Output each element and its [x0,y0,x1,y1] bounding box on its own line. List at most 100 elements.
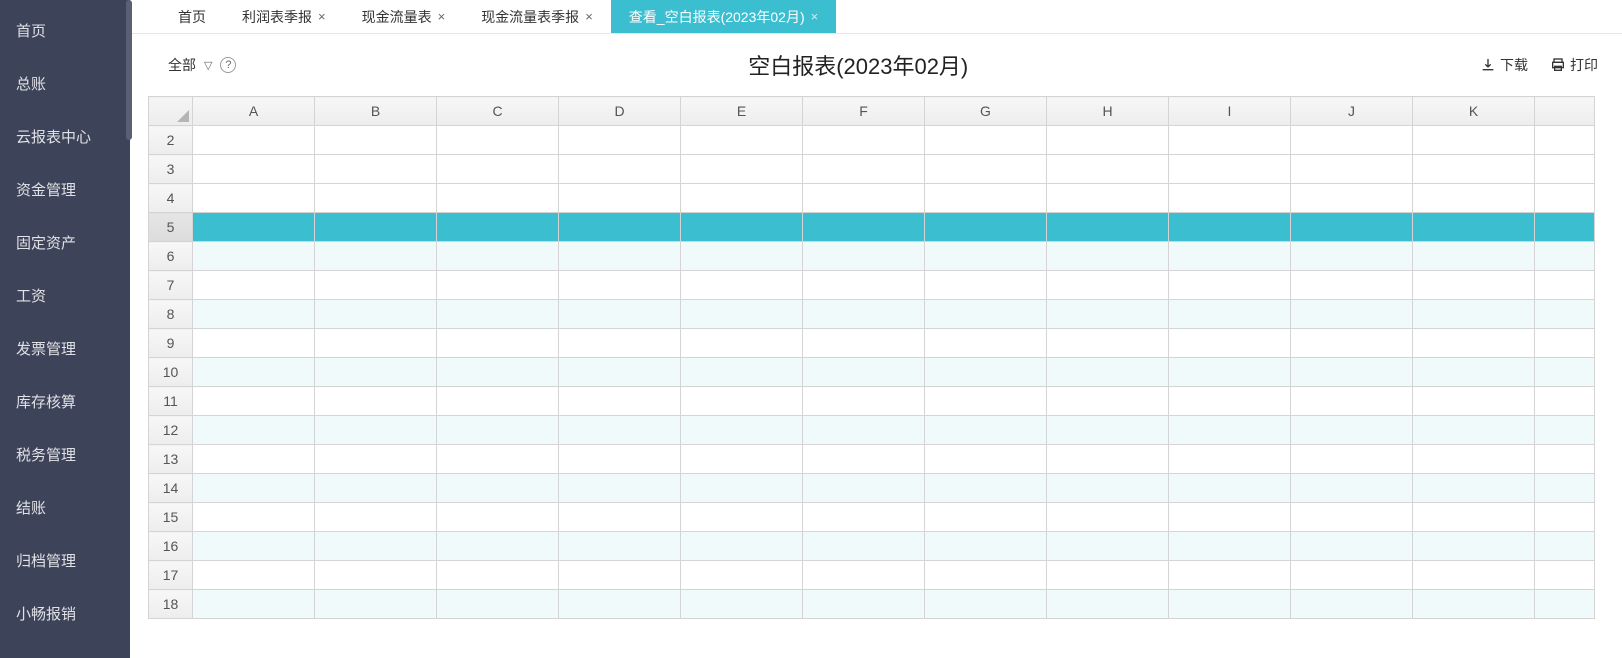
row-header-14[interactable]: 14 [149,474,193,503]
cell[interactable] [803,242,925,271]
cell[interactable] [925,532,1047,561]
cell[interactable] [925,387,1047,416]
row-header-11[interactable]: 11 [149,387,193,416]
cell[interactable] [559,213,681,242]
tab-4[interactable]: 查看_空白报表(2023年02月)× [611,0,836,33]
close-icon[interactable]: × [585,9,593,24]
cell[interactable] [315,561,437,590]
row-header-16[interactable]: 16 [149,532,193,561]
cell[interactable] [925,474,1047,503]
cell[interactable] [803,155,925,184]
cell[interactable] [1291,358,1413,387]
cell[interactable] [1535,329,1595,358]
cell[interactable] [803,561,925,590]
cell[interactable] [1413,358,1535,387]
cell[interactable] [193,155,315,184]
cell[interactable] [1291,213,1413,242]
cell[interactable] [1413,184,1535,213]
cell[interactable] [1291,184,1413,213]
sidebar-item-9[interactable]: 结账 [0,481,130,534]
spreadsheet[interactable]: ABCDEFGHIJK23456789101112131415161718 [148,96,1595,619]
cell[interactable] [315,271,437,300]
cell[interactable] [1413,503,1535,532]
cell[interactable] [559,358,681,387]
cell[interactable] [1413,445,1535,474]
cell[interactable] [1413,532,1535,561]
cell[interactable] [1413,155,1535,184]
cell[interactable] [1413,474,1535,503]
cell[interactable] [1535,184,1595,213]
cell[interactable] [681,271,803,300]
cell[interactable] [193,242,315,271]
print-button[interactable]: 打印 [1550,55,1598,75]
cell[interactable] [681,213,803,242]
cell[interactable] [1535,503,1595,532]
cell[interactable] [1413,416,1535,445]
cell[interactable] [1291,590,1413,619]
cell[interactable] [1535,532,1595,561]
cell[interactable] [437,271,559,300]
cell[interactable] [803,271,925,300]
cell[interactable] [1169,213,1291,242]
cell[interactable] [437,300,559,329]
cell[interactable] [559,242,681,271]
cell[interactable] [681,300,803,329]
cell[interactable] [559,184,681,213]
cell[interactable] [925,445,1047,474]
row-header-9[interactable]: 9 [149,329,193,358]
cell[interactable] [803,184,925,213]
cell[interactable] [1291,474,1413,503]
cell[interactable] [193,329,315,358]
cell[interactable] [925,184,1047,213]
cell[interactable] [1413,271,1535,300]
cell[interactable] [803,213,925,242]
cell[interactable] [437,242,559,271]
row-header-3[interactable]: 3 [149,155,193,184]
cell[interactable] [437,126,559,155]
cell[interactable] [803,387,925,416]
cell[interactable] [1413,329,1535,358]
cell[interactable] [559,387,681,416]
cell[interactable] [193,213,315,242]
column-header-partial[interactable] [1535,97,1595,126]
cell[interactable] [1169,532,1291,561]
cell[interactable] [1291,329,1413,358]
cell[interactable] [315,445,437,474]
cell[interactable] [925,590,1047,619]
cell[interactable] [193,358,315,387]
cell[interactable] [681,387,803,416]
cell[interactable] [803,126,925,155]
cell[interactable] [1169,445,1291,474]
cell[interactable] [1047,271,1169,300]
cell[interactable] [1413,561,1535,590]
cell[interactable] [437,532,559,561]
cell[interactable] [925,213,1047,242]
cell[interactable] [1047,503,1169,532]
cell[interactable] [1413,126,1535,155]
cell[interactable] [681,474,803,503]
cell[interactable] [1291,126,1413,155]
cell[interactable] [1291,503,1413,532]
cell[interactable] [1535,271,1595,300]
cell[interactable] [1047,126,1169,155]
row-header-5[interactable]: 5 [149,213,193,242]
cell[interactable] [193,300,315,329]
row-header-6[interactable]: 6 [149,242,193,271]
cell[interactable] [803,503,925,532]
cell[interactable] [1535,126,1595,155]
cell[interactable] [681,358,803,387]
cell[interactable] [559,300,681,329]
cell[interactable] [559,416,681,445]
cell[interactable] [1535,242,1595,271]
cell[interactable] [437,561,559,590]
cell[interactable] [1535,474,1595,503]
cell[interactable] [315,358,437,387]
sidebar-item-5[interactable]: 工资 [0,269,130,322]
sidebar-item-2[interactable]: 云报表中心 [0,110,130,163]
cell[interactable] [1047,387,1169,416]
cell[interactable] [315,126,437,155]
row-header-12[interactable]: 12 [149,416,193,445]
column-header-C[interactable]: C [437,97,559,126]
cell[interactable] [1169,155,1291,184]
column-header-D[interactable]: D [559,97,681,126]
